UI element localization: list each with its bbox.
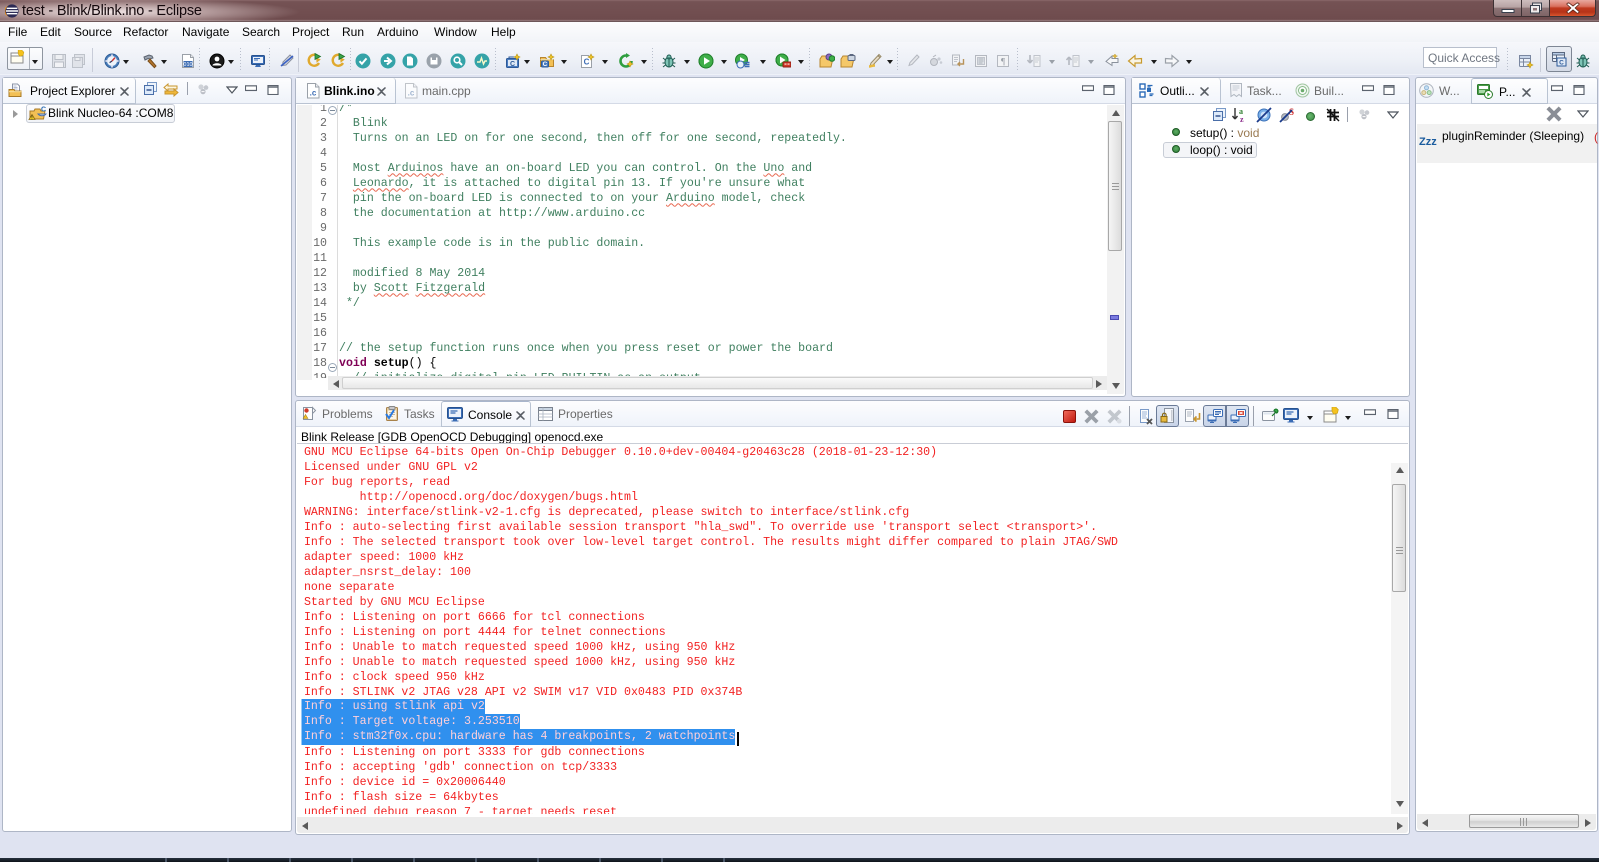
svg-text:C: C bbox=[543, 61, 548, 68]
svg-text:.c: .c bbox=[310, 89, 317, 98]
svg-text:C: C bbox=[41, 107, 46, 114]
svg-text:C: C bbox=[510, 61, 515, 68]
svg-text:C: C bbox=[1559, 60, 1564, 67]
svg-text:.c: .c bbox=[408, 89, 415, 98]
svg-text:¶: ¶ bbox=[1001, 57, 1005, 67]
svg-text:010: 010 bbox=[183, 62, 192, 68]
svg-text:C: C bbox=[584, 58, 590, 67]
svg-text:z: z bbox=[1240, 115, 1244, 123]
